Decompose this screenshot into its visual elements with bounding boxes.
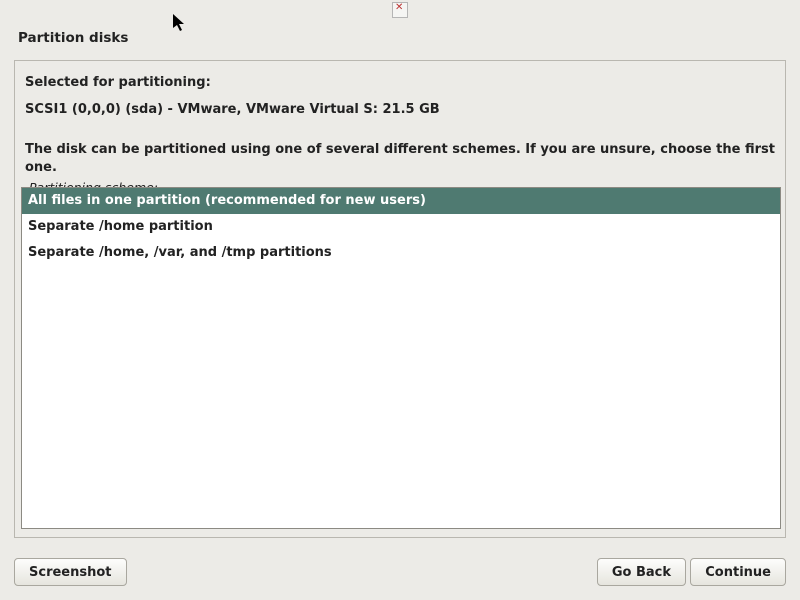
scheme-option-home-var-tmp[interactable]: Separate /home, /var, and /tmp partition… [22,240,780,266]
page-title: Partition disks [18,30,128,46]
go-back-button[interactable]: Go Back [597,558,686,586]
main-panel: Selected for partitioning: SCSI1 (0,0,0)… [14,60,786,538]
scheme-option-label: Separate /home, /var, and /tmp partition… [28,245,332,260]
button-label: Go Back [612,565,671,580]
installer-window: Partition disks Selected for partitionin… [0,0,800,600]
partitioning-scheme-listbox[interactable]: All files in one partition (recommended … [21,187,781,529]
scheme-option-all-one[interactable]: All files in one partition (recommended … [22,188,780,214]
continue-button[interactable]: Continue [690,558,786,586]
selected-for-label: Selected for partitioning: [25,75,775,90]
scheme-option-label: Separate /home partition [28,219,213,234]
button-label: Continue [705,565,771,580]
instruction-text: The disk can be partitioned using one of… [25,141,775,176]
footer-bar: Screenshot Go Back Continue [14,556,786,586]
scheme-option-home[interactable]: Separate /home partition [22,214,780,240]
scheme-option-label: All files in one partition (recommended … [28,193,426,208]
header-file-icon [392,2,408,18]
screenshot-button[interactable]: Screenshot [14,558,127,586]
disk-info: SCSI1 (0,0,0) (sda) - VMware, VMware Vir… [25,102,775,117]
button-label: Screenshot [29,565,112,580]
